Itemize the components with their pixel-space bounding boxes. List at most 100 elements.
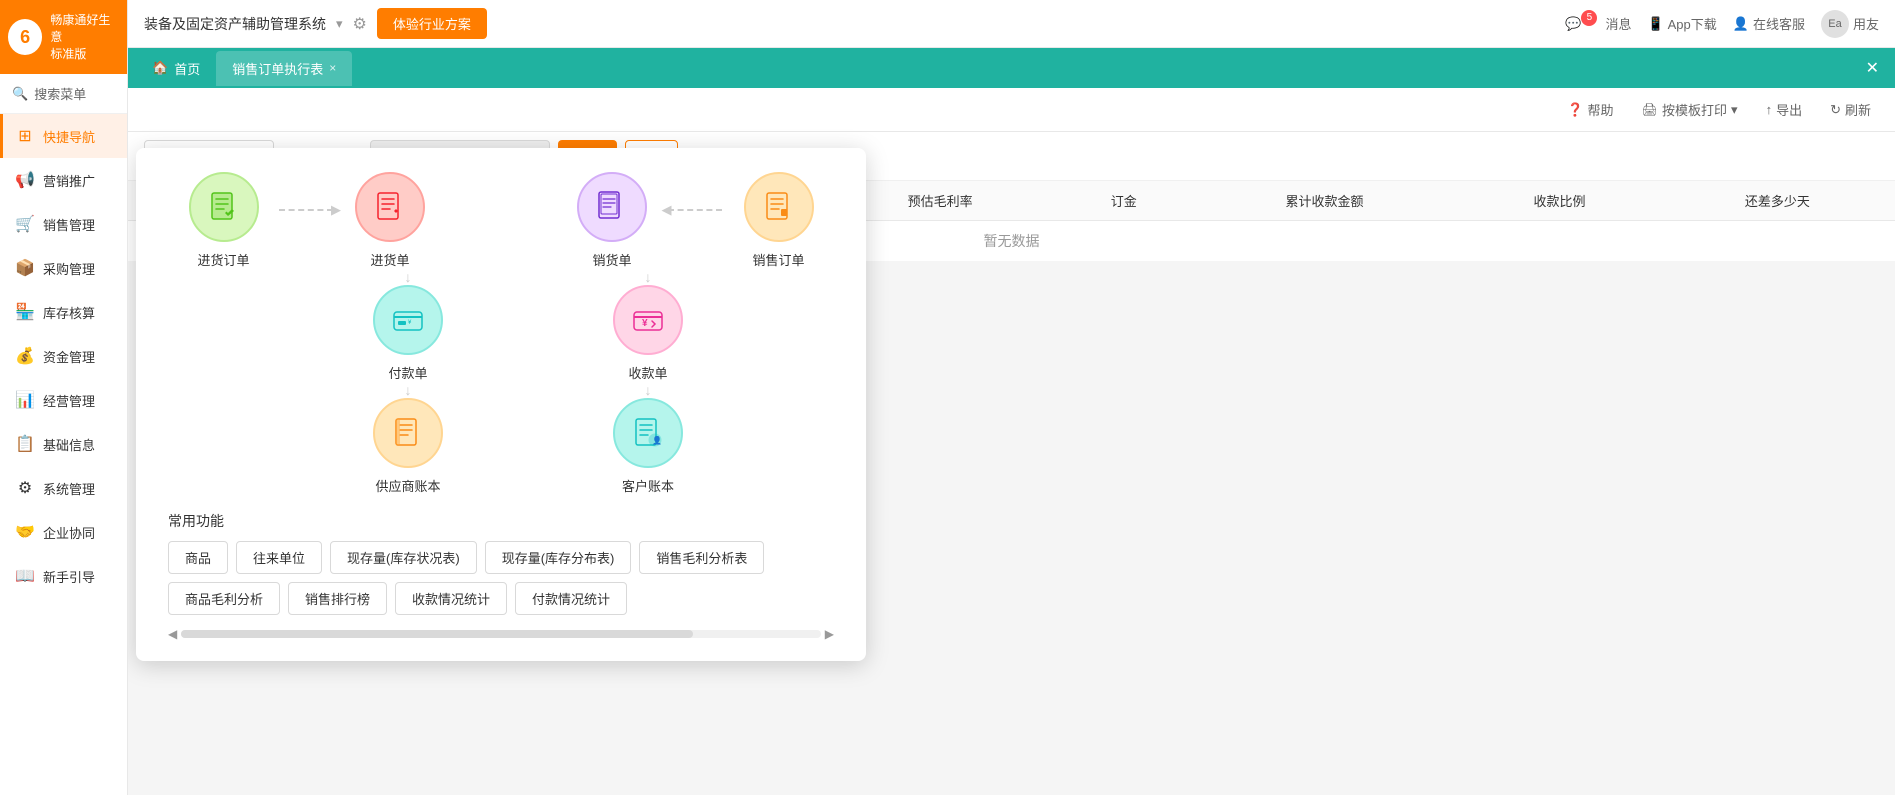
sidebar-logo: 6 畅康通好生意 标准版 [0,0,127,74]
flow-row-1: 进货订单 ▶ [168,172,834,269]
sidebar-item-basic-info[interactable]: 📋 基础信息 [0,422,127,466]
system-icon: ⚙ [15,478,35,498]
sidebar-item-label: 库存核算 [43,303,95,322]
flow-node-payment[interactable]: ¥ 付款单 [348,285,468,382]
sidebar-item-newbie[interactable]: 📖 新手引导 [0,554,127,598]
system-title: 装备及固定资产辅助管理系统 [144,14,326,34]
tab-bar: 🏠 首页 销售订单执行表 × ✕ [128,48,1895,88]
flow-node-receipt[interactable]: ¥ 收款单 [588,285,708,382]
service-label: 在线客服 [1753,14,1805,33]
modal-scrollbar: ◀ ▶ [168,627,834,641]
gear-icon[interactable]: ⚙ [353,14,367,34]
func-btn-sales-rank[interactable]: 销售排行榜 [288,582,387,615]
sidebar-item-operation[interactable]: 📊 经营管理 [0,378,127,422]
logo-icon: 6 [8,19,42,55]
user-name: 用友 [1853,14,1879,33]
scroll-left-icon[interactable]: ◀ [168,627,177,641]
sales-icon: 🛒 [15,214,35,234]
arrow-purchase-to-purchase-bill: ▶ [279,209,335,233]
message-badge: 5 [1581,10,1597,26]
tab-close-icon[interactable]: × [329,61,336,75]
purchase-order-label: 进货订单 [197,250,249,269]
sales-order-label: 销售订单 [752,250,804,269]
purchase-order-icon [189,172,259,242]
search-menu[interactable]: 🔍 搜索菜单 [0,74,127,114]
experience-button[interactable]: 体验行业方案 [377,8,487,39]
flow-node-purchase-order[interactable]: 进货订单 [168,172,279,269]
arrow-v-receipt: ↓ [588,382,708,398]
dropdown-arrow-icon[interactable]: ▾ [336,16,343,32]
sidebar-item-label: 资金管理 [43,347,95,366]
app-download-button[interactable]: 📱 App下载 [1647,14,1716,33]
flow-node-sales-order[interactable]: 销售订单 [723,172,834,269]
flow-diagram: 进货订单 ▶ [168,172,834,495]
func-btn-stock-status[interactable]: 现存量(库存状况表) [330,541,477,574]
tab-sales-order[interactable]: 销售订单执行表 × [216,51,352,86]
newbie-icon: 📖 [15,566,35,586]
svg-text:¥: ¥ [642,318,648,329]
func-btn-payment-stats[interactable]: 付款情况统计 [515,582,627,615]
payment-label: 付款单 [388,363,427,382]
flow-row-3: 供应商账本 👤 [168,398,834,495]
sidebar-item-label: 采购管理 [43,259,95,278]
tab-home[interactable]: 🏠 首页 [136,51,216,86]
quick-guide-icon: ⊞ [15,126,35,146]
scrollbar-thumb [181,630,693,638]
sidebar-item-enterprise[interactable]: 🤝 企业协同 [0,510,127,554]
customer-account-icon: 👤 [613,398,683,468]
sidebar-item-purchase[interactable]: 📦 采购管理 [0,246,127,290]
quick-guide-modal: 进货订单 ▶ [136,148,866,661]
sidebar: 6 畅康通好生意 标准版 🔍 搜索菜单 ⊞ 快捷导航 📢 营销推广 🛒 销售管理… [0,0,128,795]
flow-row-arrows2: ↓ ↓ [168,382,834,398]
message-icon: 💬 [1565,16,1581,32]
sidebar-item-label: 企业协同 [43,523,95,542]
flow-node-sales-bill[interactable]: 销货单 [557,172,668,269]
receipt-label: 收款单 [628,363,667,382]
receipt-icon: ¥ [613,285,683,355]
user-menu[interactable]: Ea 用友 [1821,10,1879,38]
page-content: ❓ 帮助 🖨 按模板打印 ▾ ↑ 导出 ↻ 刷新 [128,88,1895,795]
marketing-icon: 📢 [15,170,35,190]
func-btn-partner[interactable]: 往来单位 [236,541,322,574]
sidebar-item-label: 销售管理 [43,215,95,234]
sidebar-item-inventory[interactable]: 🏪 库存核算 [0,290,127,334]
online-service-button[interactable]: 👤 在线客服 [1733,14,1805,33]
app-label: App下载 [1668,14,1717,33]
sidebar-item-label: 经营管理 [43,391,95,410]
inventory-icon: 🏪 [15,302,35,322]
enterprise-icon: 🤝 [15,522,35,542]
sidebar-item-label: 营销推广 [43,171,95,190]
flow-node-customer-account[interactable]: 👤 客户账本 [588,398,708,495]
func-btn-stock-dist[interactable]: 现存量(库存分布表) [485,541,632,574]
message-button[interactable]: 💬 5 消息 [1565,14,1631,33]
tab-bar-close-button[interactable]: ✕ [1858,54,1887,82]
main-content: 装备及固定资产辅助管理系统 ▾ ⚙ 体验行业方案 💬 5 消息 📱 App下载 … [128,0,1895,795]
func-btn-product-margin[interactable]: 商品毛利分析 [168,582,280,615]
sidebar-item-system[interactable]: ⚙ 系统管理 [0,466,127,510]
supplier-account-icon [373,398,443,468]
sales-order-icon [744,172,814,242]
func-btn-sales-margin[interactable]: 销售毛利分析表 [639,541,764,574]
logo-text: 畅康通好生意 标准版 [50,12,119,62]
header-left: 装备及固定资产辅助管理系统 ▾ ⚙ 体验行业方案 [144,8,487,39]
flow-node-supplier-account[interactable]: 供应商账本 [348,398,468,495]
svg-text:👤: 👤 [652,435,662,445]
sidebar-item-marketing[interactable]: 📢 营销推广 [0,158,127,202]
message-label: 消息 [1605,14,1631,33]
modal-overlay: 进货订单 ▶ [128,88,1895,795]
tab-sales-order-label: 销售订单执行表 [232,59,323,78]
sidebar-item-label: 系统管理 [43,479,95,498]
sidebar-item-sales[interactable]: 🛒 销售管理 [0,202,127,246]
top-header: 装备及固定资产辅助管理系统 ▾ ⚙ 体验行业方案 💬 5 消息 📱 App下载 … [128,0,1895,48]
scroll-right-icon[interactable]: ▶ [825,627,834,641]
func-btn-receipt-stats[interactable]: 收款情况统计 [395,582,507,615]
scrollbar-track[interactable] [181,630,821,638]
func-btn-product[interactable]: 商品 [168,541,228,574]
sidebar-item-label: 新手引导 [43,567,95,586]
flow-node-purchase-bill[interactable]: 进货单 [335,172,446,269]
finance-icon: 💰 [15,346,35,366]
home-icon: 🏠 [152,60,168,76]
sidebar-item-finance[interactable]: 💰 资金管理 [0,334,127,378]
sidebar-item-quick-guide[interactable]: ⊞ 快捷导航 [0,114,127,158]
supplier-account-label: 供应商账本 [375,476,440,495]
